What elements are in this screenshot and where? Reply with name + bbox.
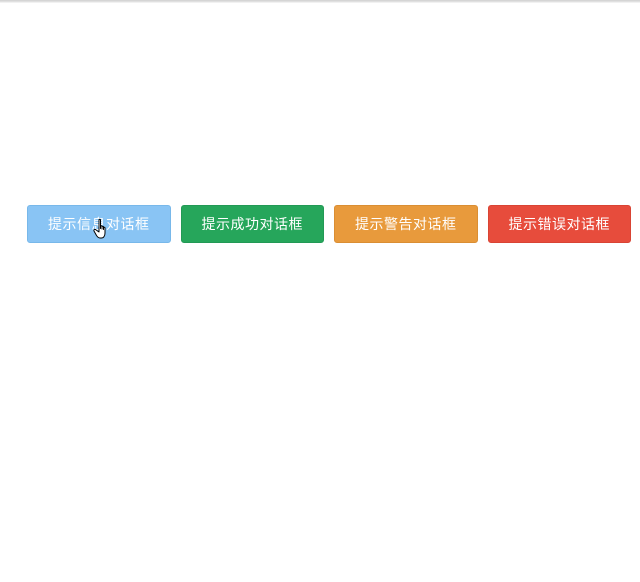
- window-top-border: [0, 0, 640, 3]
- danger-dialog-button[interactable]: 提示错误对话框: [488, 205, 632, 243]
- dialog-button-row: 提示信息对话框 提示成功对话框 提示警告对话框 提示错误对话框: [27, 205, 631, 243]
- warning-dialog-button[interactable]: 提示警告对话框: [334, 205, 478, 243]
- success-dialog-button[interactable]: 提示成功对话框: [181, 205, 325, 243]
- info-dialog-button[interactable]: 提示信息对话框: [27, 205, 171, 243]
